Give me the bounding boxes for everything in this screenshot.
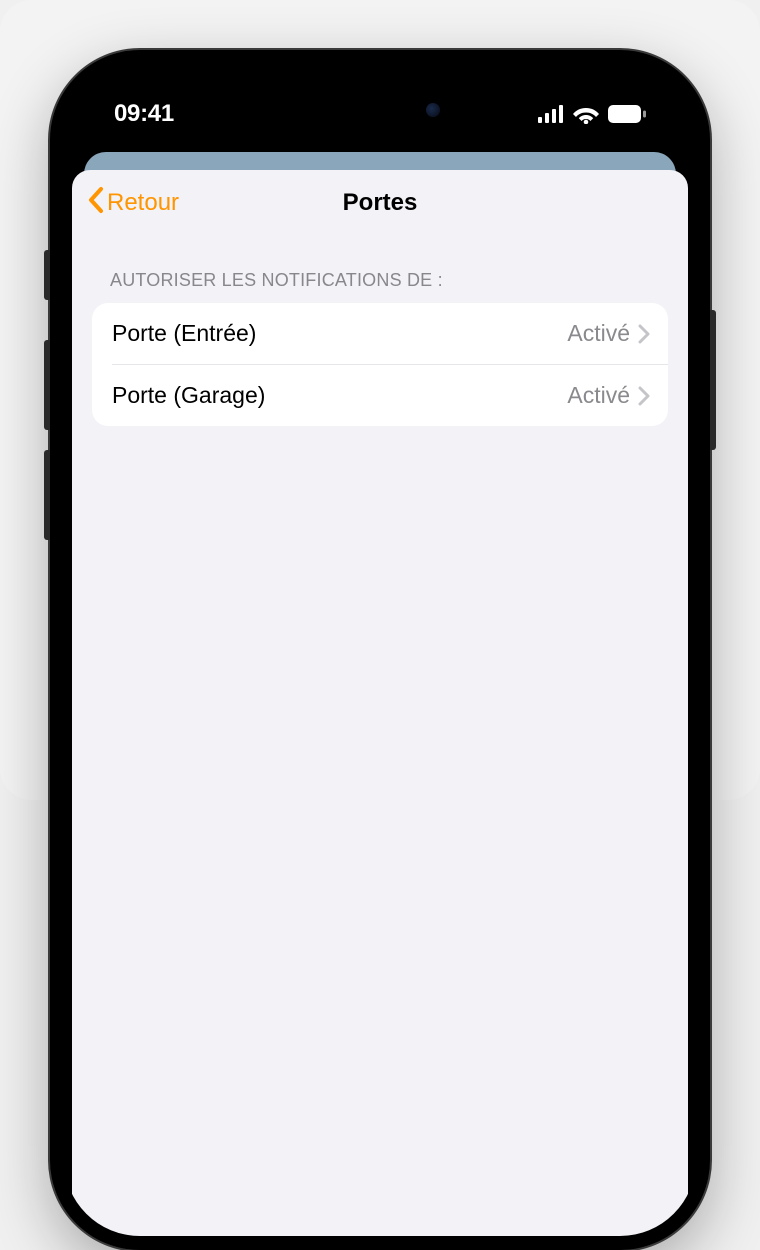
chevron-right-icon	[638, 386, 650, 406]
phone-frame: 09:41	[50, 50, 710, 1250]
dynamic-island	[290, 86, 470, 134]
status-time: 09:41	[114, 100, 174, 128]
chevron-left-icon	[86, 186, 104, 221]
section-header: AUTORISER LES NOTIFICATIONS DE :	[92, 270, 668, 303]
page-title: Portes	[343, 189, 418, 217]
back-button[interactable]: Retour	[86, 186, 179, 221]
cellular-icon	[538, 105, 564, 123]
row-trailing: Activé	[567, 382, 650, 409]
door-status: Activé	[567, 382, 630, 409]
chevron-right-icon	[638, 324, 650, 344]
phone-power-button	[710, 310, 716, 450]
door-label: Porte (Entrée)	[112, 320, 256, 347]
battery-icon	[608, 105, 646, 123]
back-label: Retour	[107, 189, 179, 217]
row-trailing: Activé	[567, 320, 650, 347]
doors-list: Porte (Entrée) Activé Porte (Garage)	[92, 303, 668, 426]
status-indicators	[538, 105, 646, 124]
notifications-section: AUTORISER LES NOTIFICATIONS DE : Porte (…	[72, 270, 688, 426]
door-row-garage[interactable]: Porte (Garage) Activé	[112, 364, 668, 426]
nav-header: Retour Portes	[72, 170, 688, 236]
wifi-icon	[573, 105, 599, 124]
settings-sheet: Retour Portes AUTORISER LES NOTIFICATION…	[72, 170, 688, 1236]
phone-screen: 09:41	[64, 64, 696, 1236]
door-label: Porte (Garage)	[112, 382, 265, 409]
door-status: Activé	[567, 320, 630, 347]
door-row-entree[interactable]: Porte (Entrée) Activé	[92, 303, 668, 364]
